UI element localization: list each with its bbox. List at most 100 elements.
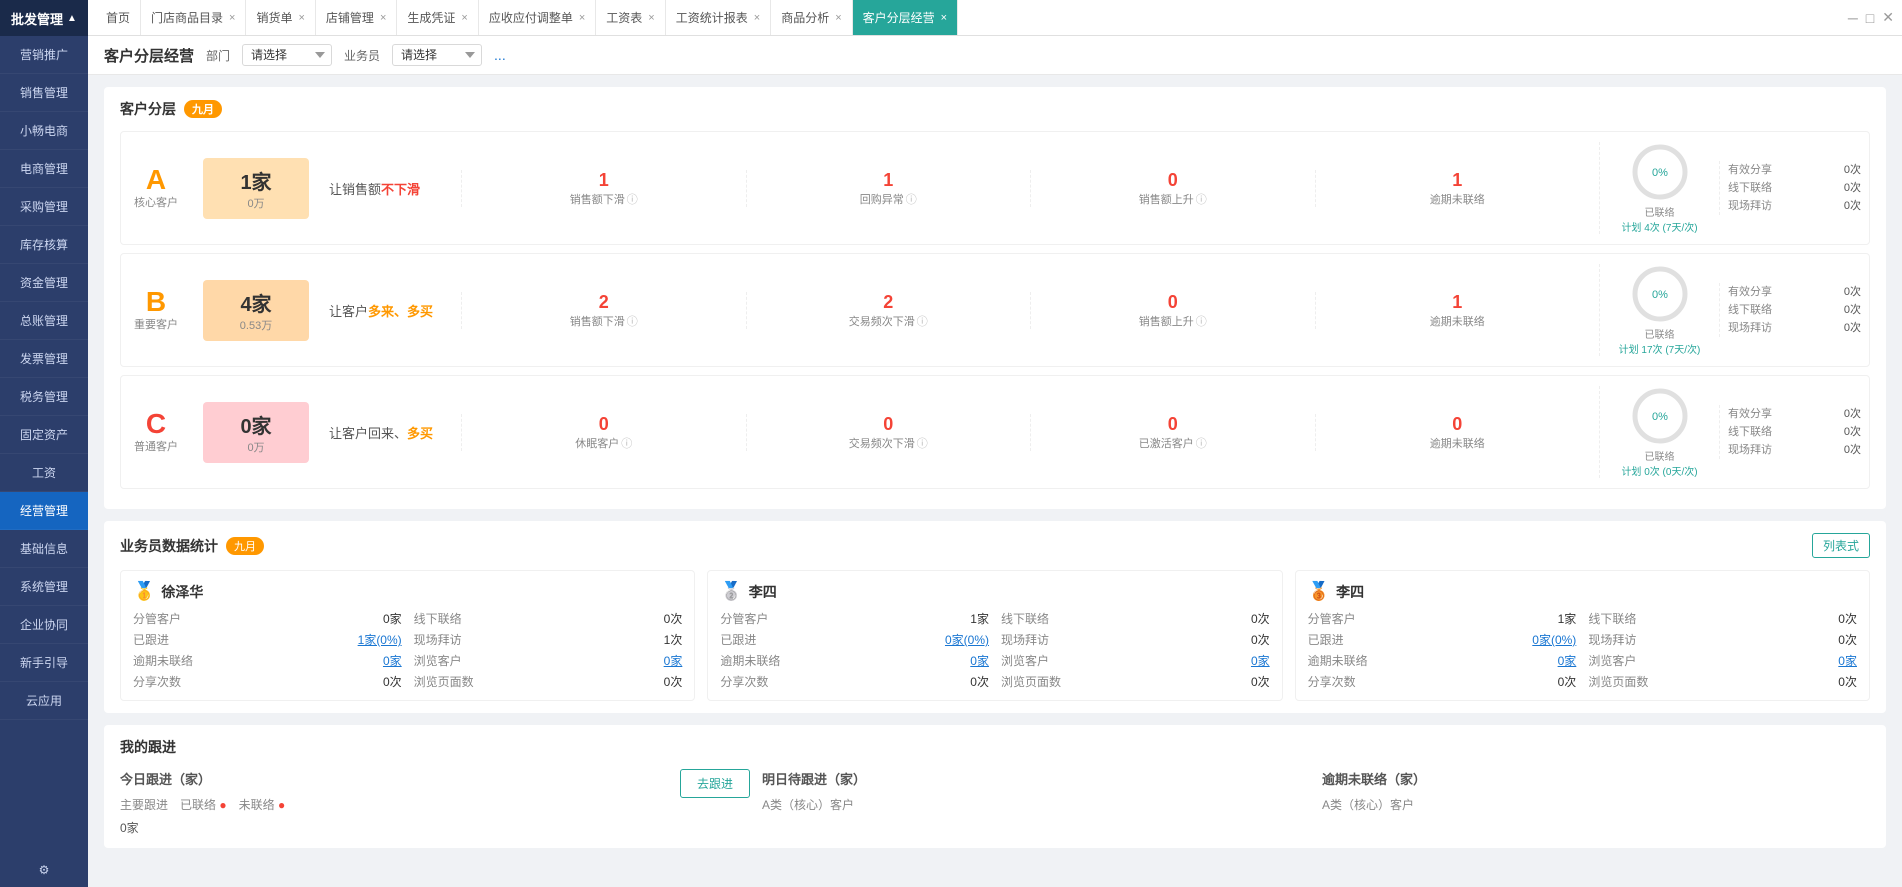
sidebar-item-6[interactable]: 资金管理 xyxy=(0,264,88,302)
sidebar-item-13[interactable]: 基础信息 xyxy=(0,530,88,568)
tab-close-1[interactable]: × xyxy=(229,12,235,24)
sidebar-item-15[interactable]: 企业协同 xyxy=(0,606,88,644)
settings-button[interactable]: ⚙ xyxy=(0,853,88,887)
tier-stat-C-0: 0 休眠客户ⓘ xyxy=(461,414,746,451)
tab-0[interactable]: 首页 xyxy=(96,0,141,36)
overdue-followup: 逾期未联络（家） A类（核心）客户 xyxy=(1322,769,1870,813)
staff-card-2: 🥉 李四 分管客户 1家 线下联络 0次 已跟进 0家(0%) 现场拜访 0次 … xyxy=(1295,570,1870,701)
sidebar-item-2[interactable]: 小畅电商 xyxy=(0,112,88,150)
tomorrow-a-label: A类（核心）客户 xyxy=(762,796,1310,813)
staff-select[interactable]: 请选择 xyxy=(392,44,482,66)
go-followup-btn-wrapper: 去跟进 xyxy=(680,769,750,798)
tier-stats-B: 2 销售额下滑ⓘ2 交易频次下滑ⓘ0 销售额上升ⓘ1 逾期未联络 xyxy=(461,292,1599,329)
staff-month-badge: 九月 xyxy=(226,537,264,555)
tier-right-stats-B: 有效分享0次线下联络0次现场拜访0次 xyxy=(1719,283,1869,337)
tab-close-7[interactable]: × xyxy=(754,12,760,24)
sidebar-item-12[interactable]: 经营管理 xyxy=(0,492,88,530)
tab-5[interactable]: 应收应付调整单× xyxy=(479,0,596,36)
tab-close-3[interactable]: × xyxy=(380,12,386,24)
tab-4[interactable]: 生成凭证× xyxy=(397,0,478,36)
followup-title: 我的跟进 xyxy=(120,737,1870,757)
tier-right-stats-A: 有效分享0次线下联络0次现场拜访0次 xyxy=(1719,161,1869,215)
tier-stat-A-3: 1 逾期未联络 xyxy=(1315,170,1600,207)
tier-stat-A-1: 1 回购异常ⓘ xyxy=(746,170,1031,207)
sidebar-item-5[interactable]: 库存核算 xyxy=(0,226,88,264)
tier-row-C: C普通客户 0家 0万 让客户回来、多买0 休眠客户ⓘ0 交易频次下滑ⓘ0 已激… xyxy=(120,375,1870,489)
sidebar-item-0[interactable]: 营销推广 xyxy=(0,36,88,74)
tomorrow-title: 明日待跟进（家） xyxy=(762,769,1310,788)
tab-close-6[interactable]: × xyxy=(648,12,654,24)
staff-name-text-1: 李四 xyxy=(749,582,777,602)
tab-1[interactable]: 门店商品目录× xyxy=(141,0,246,36)
staff-stat-left-1-3: 分享次数 0次 xyxy=(720,673,989,690)
tab-close-5[interactable]: × xyxy=(579,12,585,24)
staff-stat-right-0-0: 线下联络 0次 xyxy=(414,610,683,627)
staff-card-0: 🥇 徐泽华 分管客户 0家 线下联络 0次 已跟进 1家(0%) 现场拜访 1次… xyxy=(120,570,695,701)
staff-stat-left-1-1: 已跟进 0家(0%) xyxy=(720,631,989,648)
tier-action-A: 让销售额不下滑 xyxy=(321,179,461,198)
tier-stat-C-2: 0 已激活客户ⓘ xyxy=(1030,414,1315,451)
staff-stat-right-1-0: 线下联络 0次 xyxy=(1001,610,1270,627)
tier-circle-C: 0% 已联络 计划 0次 (0天/次) xyxy=(1599,386,1719,478)
staff-medal-1: 🥈 xyxy=(720,581,742,602)
svg-text:0%: 0% xyxy=(1652,167,1668,179)
tier-stat-B-1: 2 交易频次下滑ⓘ xyxy=(746,292,1031,329)
staff-stat-left-2-1: 已跟进 0家(0%) xyxy=(1308,631,1577,648)
tab-close-8[interactable]: × xyxy=(835,12,841,24)
sidebar-item-1[interactable]: 销售管理 xyxy=(0,74,88,112)
tier-stat-C-3: 0 逾期未联络 xyxy=(1315,414,1600,451)
sidebar-item-11[interactable]: 工资 xyxy=(0,454,88,492)
dept-select[interactable]: 请选择 xyxy=(242,44,332,66)
today-sublabel: 主要跟进 xyxy=(120,796,168,813)
sidebar-item-17[interactable]: 云应用 xyxy=(0,682,88,720)
minimize-icon[interactable]: ─ xyxy=(1848,10,1858,26)
tier-count-C: 0家 0万 xyxy=(191,402,321,463)
tab-close-4[interactable]: × xyxy=(461,12,467,24)
tab-7[interactable]: 工资统计报表× xyxy=(666,0,771,36)
today-followup: 今日跟进（家） 主要跟进 已联络 ● 未联络 ● 0家 xyxy=(120,769,668,836)
staff-stat-left-0-2: 逾期未联络 0家 xyxy=(133,652,402,669)
tab-6[interactable]: 工资表× xyxy=(596,0,665,36)
tab-2[interactable]: 销货单× xyxy=(246,0,315,36)
sidebar-item-10[interactable]: 固定资产 xyxy=(0,416,88,454)
staff-name-2: 🥉 李四 xyxy=(1308,581,1857,602)
tier-stat-A-2: 0 销售额上升ⓘ xyxy=(1030,170,1315,207)
tier-stat-B-3: 1 逾期未联络 xyxy=(1315,292,1600,329)
close-icon[interactable]: ✕ xyxy=(1882,9,1894,26)
maximize-icon[interactable]: □ xyxy=(1866,10,1874,26)
staff-stat-left-1-2: 逾期未联络 0家 xyxy=(720,652,989,669)
staff-medal-2: 🥉 xyxy=(1308,581,1330,602)
tab-9[interactable]: 客户分层经营× xyxy=(853,0,958,36)
tier-stats-C: 0 休眠客户ⓘ0 交易频次下滑ⓘ0 已激活客户ⓘ0 逾期未联络 xyxy=(461,414,1599,451)
tab-close-2[interactable]: × xyxy=(298,12,304,24)
staff-stat-right-0-1: 现场拜访 1次 xyxy=(414,631,683,648)
sidebar-item-9[interactable]: 税务管理 xyxy=(0,378,88,416)
svg-text:0%: 0% xyxy=(1652,411,1668,423)
staff-name-0: 🥇 徐泽华 xyxy=(133,581,682,602)
tier-stat-B-2: 0 销售额上升ⓘ xyxy=(1030,292,1315,329)
list-view-button[interactable]: 列表式 xyxy=(1812,533,1870,558)
tab-8[interactable]: 商品分析× xyxy=(771,0,852,36)
main-area: 首页门店商品目录×销货单×店铺管理×生成凭证×应收应付调整单×工资表×工资统计报… xyxy=(88,0,1902,887)
tier-stat-C-1: 0 交易频次下滑ⓘ xyxy=(746,414,1031,451)
sidebar-item-14[interactable]: 系统管理 xyxy=(0,568,88,606)
sidebar-item-4[interactable]: 采购管理 xyxy=(0,188,88,226)
staff-stat-right-1-3: 浏览页面数 0次 xyxy=(1001,673,1270,690)
sidebar-item-3[interactable]: 电商管理 xyxy=(0,150,88,188)
today-linked: 已联络 ● xyxy=(180,796,227,813)
staff-label: 业务员 xyxy=(344,47,380,64)
staff-section: 业务员数据统计 九月 列表式 🥇 徐泽华 分管客户 0家 线下联络 0次 已跟进… xyxy=(104,521,1886,713)
tab-close-9[interactable]: × xyxy=(941,12,947,24)
tier-circle-B: 0% 已联络 计划 17次 (7天/次) xyxy=(1599,264,1719,356)
tier-row-B: B重要客户 4家 0.53万 让客户多来、多买2 销售额下滑ⓘ2 交易频次下滑ⓘ… xyxy=(120,253,1870,367)
more-button[interactable]: ... xyxy=(494,47,506,63)
followup-grid: 今日跟进（家） 主要跟进 已联络 ● 未联络 ● 0家 去跟进 明日待跟进（家） xyxy=(120,769,1870,836)
sidebar-item-16[interactable]: 新手引导 xyxy=(0,644,88,682)
tomorrow-followup: 明日待跟进（家） A类（核心）客户 xyxy=(762,769,1310,813)
tier-stat-B-0: 2 销售额下滑ⓘ xyxy=(461,292,746,329)
sidebar-item-8[interactable]: 发票管理 xyxy=(0,340,88,378)
tab-3[interactable]: 店铺管理× xyxy=(316,0,397,36)
staff-stat-right-0-2: 浏览客户 0家 xyxy=(414,652,683,669)
go-followup-button[interactable]: 去跟进 xyxy=(680,769,750,798)
sidebar-item-7[interactable]: 总账管理 xyxy=(0,302,88,340)
